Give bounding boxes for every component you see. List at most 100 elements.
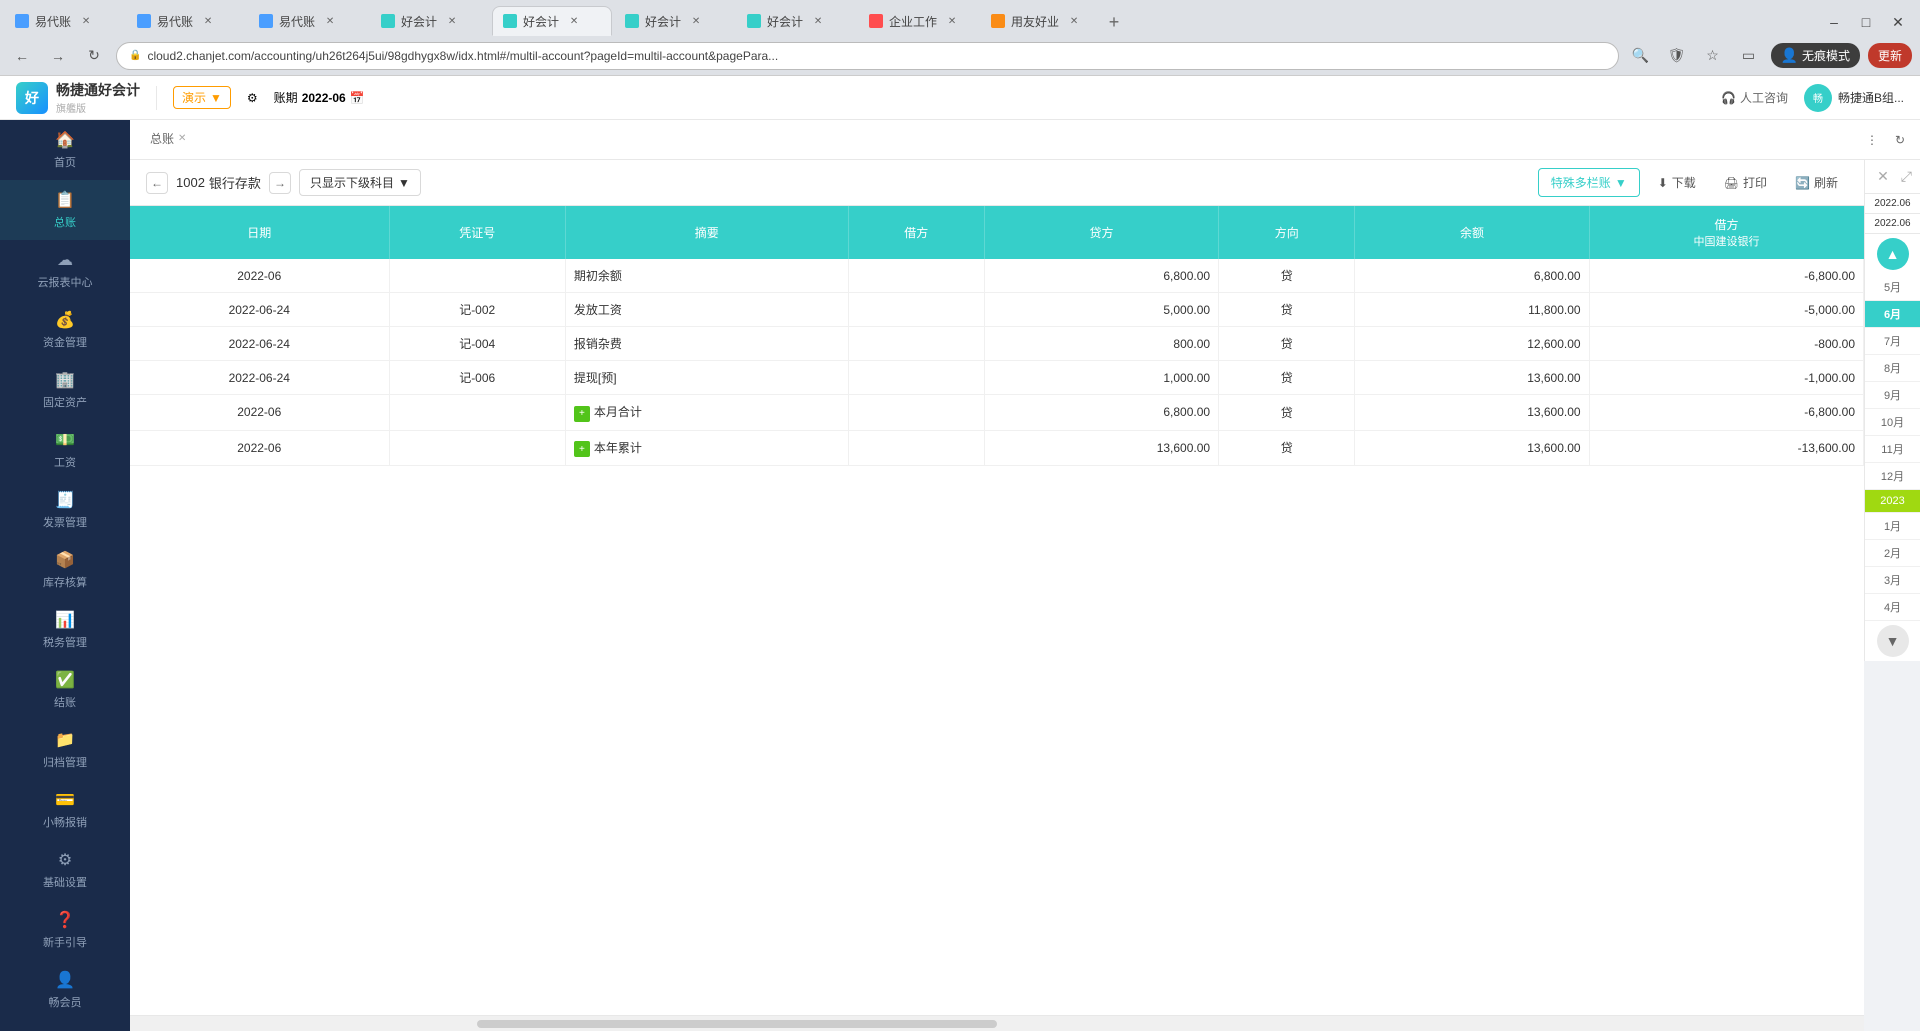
account-selector[interactable]: 1002 银行存款	[176, 173, 261, 192]
prev-account-button[interactable]: ←	[146, 172, 168, 194]
sidebar-item-小畅报销[interactable]: 💳 小畅报销	[0, 780, 130, 840]
tab-close-icon[interactable]: ✕	[79, 14, 93, 28]
unfix-button[interactable]: ◀ 取消固定	[0, 1020, 130, 1031]
sidebar-item-资金管理[interactable]: 💰 资金管理	[0, 300, 130, 360]
sidebar-item-基础设置[interactable]: ⚙ 基础设置	[0, 840, 130, 900]
timeline-month-8月[interactable]: 8月	[1865, 355, 1920, 382]
close-right-panel-button[interactable]: ✕	[1873, 164, 1893, 189]
timeline-scroll-up-button[interactable]: ▲	[1877, 238, 1909, 270]
collapse-panel-button[interactable]: ⋮	[1860, 128, 1884, 152]
star-icon[interactable]: ☆	[1699, 42, 1727, 70]
sidebar-item-结账[interactable]: ✅ 结账	[0, 660, 130, 720]
sidebar-item-首页[interactable]: 🏠 首页	[0, 120, 130, 180]
browser-tab-2[interactable]: 易代账 ✕	[248, 6, 368, 36]
voucher-link[interactable]: 记-004	[459, 337, 495, 351]
timeline-month-4月[interactable]: 4月	[1865, 594, 1920, 621]
tab-close-icon[interactable]: ✕	[689, 14, 703, 28]
close-button[interactable]: ✕	[1884, 8, 1912, 36]
settings-button[interactable]: ⚙	[247, 91, 258, 105]
tab-close-icon[interactable]: ✕	[445, 14, 459, 28]
tab-close-icon[interactable]: ✕	[811, 14, 825, 28]
cell-balance: 13,600.00	[1355, 395, 1589, 431]
sidebar-toggle[interactable]: ▭	[1735, 42, 1763, 70]
avatar[interactable]: 畅	[1804, 84, 1832, 112]
cell-debit	[848, 259, 984, 293]
sidebar-item-发票管理[interactable]: 🧾 发票管理	[0, 480, 130, 540]
minimize-button[interactable]: –	[1820, 8, 1848, 36]
cell-cbc-debit: -1,000.00	[1589, 361, 1863, 395]
app: 好 畅捷通好会计 旗艦版 演示 ▼ ⚙ 账期 2022-06 📅 🎧 人工咨询 …	[0, 76, 1920, 1031]
timeline-month-11月[interactable]: 11月	[1865, 436, 1920, 463]
voucher-link[interactable]: 记-006	[459, 371, 495, 385]
search-icon[interactable]: 🔍	[1627, 42, 1655, 70]
new-tab-button[interactable]: +	[1100, 8, 1128, 36]
timeline-month-2023[interactable]: 2023	[1865, 490, 1920, 513]
browser-tab-3[interactable]: 好会计 ✕	[370, 6, 490, 36]
sidebar-item-工资[interactable]: 💵 工资	[0, 420, 130, 480]
maximize-button[interactable]: □	[1852, 8, 1880, 36]
back-button[interactable]: ←	[8, 42, 36, 70]
ai-consult-button[interactable]: 🎧 人工咨询	[1721, 89, 1788, 106]
expand-panel-button[interactable]: ↻	[1888, 128, 1912, 152]
timeline-scroll-down-button[interactable]: ▼	[1877, 625, 1909, 657]
tab-close-icon[interactable]: ✕	[1067, 14, 1081, 28]
wuhen-mode-button[interactable]: 👤 无痕模式	[1771, 43, 1860, 68]
timeline-month-6月[interactable]: 6月	[1865, 301, 1920, 328]
cell-credit: 5,000.00	[985, 293, 1219, 327]
horizontal-scrollbar[interactable]	[130, 1015, 1864, 1031]
subject-filter[interactable]: 只显示下级科目 ▼	[299, 169, 421, 196]
browser-tab-5[interactable]: 好会计 ✕	[614, 6, 734, 36]
timeline-month-1月[interactable]: 1月	[1865, 513, 1920, 540]
demo-badge[interactable]: 演示 ▼	[173, 86, 231, 109]
multicolumn-table: 日期 凭证号 摘要 借方 贷方 方向 余额 借方中国建设银行	[130, 206, 1864, 466]
tab-close-4[interactable]: ✕	[178, 133, 186, 144]
timeline-month-5月[interactable]: 5月	[1865, 274, 1920, 301]
sidebar-icon-2: ☁	[57, 250, 73, 270]
sidebar-item-畅会员[interactable]: 👤 畅会员	[0, 960, 130, 1020]
cell-credit: 6,800.00	[985, 259, 1219, 293]
forward-button[interactable]: →	[44, 42, 72, 70]
sidebar-item-新手引导[interactable]: ❓ 新手引导	[0, 900, 130, 960]
sidebar-item-库存核算[interactable]: 📦 库存核算	[0, 540, 130, 600]
next-account-button[interactable]: →	[269, 172, 291, 194]
table-row: 2022-06 期初余额 6,800.00 贷 6,800.00 -6,800.…	[130, 259, 1864, 293]
sidebar-item-总账[interactable]: 📋 总账	[0, 180, 130, 240]
sidebar-item-云报表中心[interactable]: ☁ 云报表中心	[0, 240, 130, 300]
timeline-month-12月[interactable]: 12月	[1865, 463, 1920, 490]
shield-icon[interactable]: 🛡	[1663, 42, 1691, 70]
period-selector[interactable]: 账期 2022-06 📅	[274, 89, 365, 106]
browser-tab-1[interactable]: 易代账 ✕	[126, 6, 246, 36]
browser-tab-4[interactable]: 好会计 ✕	[492, 6, 612, 36]
timeline-month-2月[interactable]: 2月	[1865, 540, 1920, 567]
timeline-month-3月[interactable]: 3月	[1865, 567, 1920, 594]
print-button[interactable]: 🖨 打印	[1714, 169, 1777, 196]
cell-credit: 6,800.00	[985, 395, 1219, 431]
url-bar[interactable]: 🔒 cloud2.chanjet.com/accounting/uh26t264…	[116, 42, 1619, 70]
refresh-button[interactable]: 🔄 刷新	[1785, 169, 1848, 196]
sidebar-item-归档管理[interactable]: 📁 归档管理	[0, 720, 130, 780]
browser-tab-0[interactable]: 易代账 ✕	[4, 6, 124, 36]
reload-button[interactable]: ↻	[80, 42, 108, 70]
update-button[interactable]: 更新	[1868, 43, 1912, 68]
content-tab-总账[interactable]: 总账✕	[138, 120, 246, 160]
tab-close-icon[interactable]: ✕	[945, 14, 959, 28]
browser-tab-6[interactable]: 好会计 ✕	[736, 6, 856, 36]
sidebar-item-税务管理[interactable]: 📊 税务管理	[0, 600, 130, 660]
timeline-month-9月[interactable]: 9月	[1865, 382, 1920, 409]
special-multicolumn-button[interactable]: 特殊多栏账 ▼	[1538, 168, 1640, 197]
col-debit: 借方	[848, 206, 984, 259]
browser-tab-8[interactable]: 用友好业 ✕	[980, 6, 1100, 36]
browser-tab-7[interactable]: 企业工作 ✕	[858, 6, 978, 36]
scrollbar-thumb[interactable]	[477, 1020, 997, 1028]
resize-right-panel-button[interactable]: ⤢	[1897, 164, 1916, 189]
download-button[interactable]: ⬇ 下载	[1648, 169, 1706, 196]
sidebar-item-固定资产[interactable]: 🏢 固定资产	[0, 360, 130, 420]
timeline-month-10月[interactable]: 10月	[1865, 409, 1920, 436]
voucher-link[interactable]: 记-002	[459, 303, 495, 317]
tab-close-icon[interactable]: ✕	[323, 14, 337, 28]
tab-favicon	[15, 14, 29, 28]
tab-close-icon[interactable]: ✕	[567, 14, 581, 28]
tab-favicon	[137, 14, 151, 28]
tab-close-icon[interactable]: ✕	[201, 14, 215, 28]
timeline-month-7月[interactable]: 7月	[1865, 328, 1920, 355]
